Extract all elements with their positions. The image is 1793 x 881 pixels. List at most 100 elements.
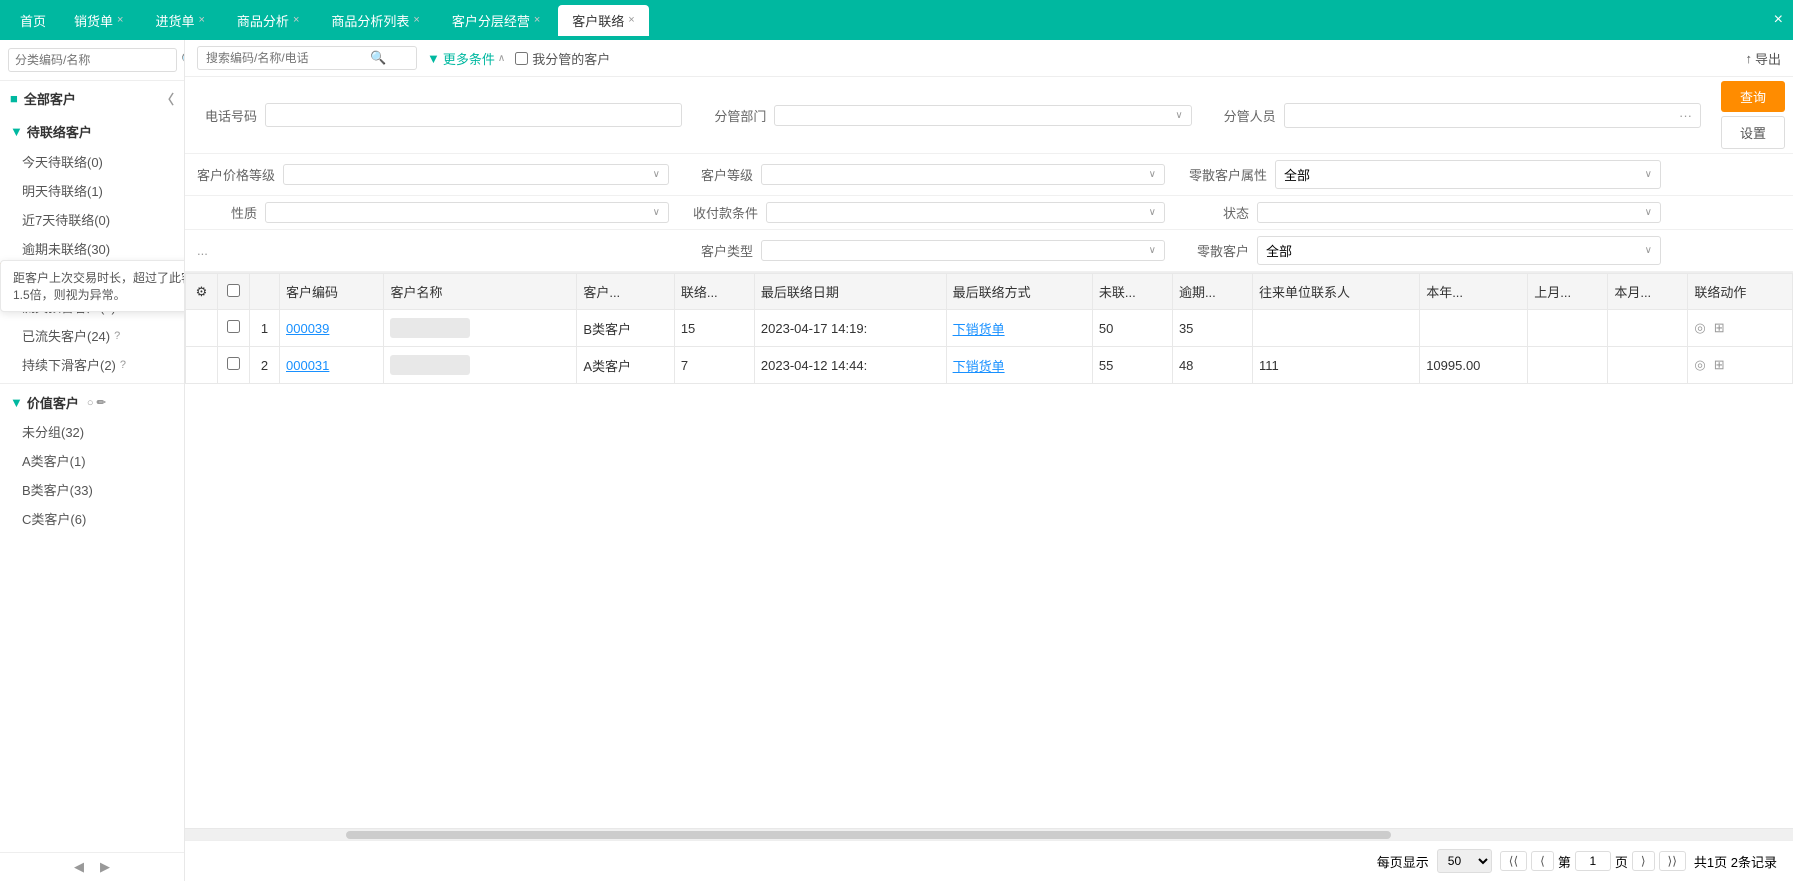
phone-input[interactable] <box>265 103 682 127</box>
col-last-month[interactable]: 上月... <box>1528 274 1608 310</box>
customer-grade-select[interactable]: ∨ <box>761 164 1165 185</box>
row1-code[interactable]: 000039 <box>280 310 384 347</box>
value-group[interactable]: ▼ 价值客户 ○ ✏ <box>0 388 184 417</box>
row2-checkbox-cell[interactable] <box>218 347 250 384</box>
sidebar-item-today[interactable]: 今天待联络(0) <box>0 147 184 176</box>
nav-tab-customer-segment[interactable]: 客户分层经营 × <box>438 5 554 36</box>
col-class[interactable]: 客户... <box>577 274 675 310</box>
row1-action-icon1[interactable]: ◎ <box>1694 320 1705 336</box>
row1-last-method[interactable]: 下销货单 <box>946 310 1092 347</box>
manager-label: 分管人员 <box>1216 106 1276 125</box>
nav-tab-home[interactable]: 首页 <box>10 5 56 36</box>
status-select[interactable]: ∨ <box>1257 202 1661 223</box>
close-analysis-tab[interactable]: × <box>293 14 299 26</box>
col-last-date[interactable]: 最后联络日期 <box>754 274 946 310</box>
sidebar-item-ungroup[interactable]: 未分组(32) <box>0 417 184 446</box>
first-page-button[interactable]: ⟨⟨ <box>1500 851 1527 871</box>
per-page-select[interactable]: 50 100 200 <box>1437 849 1492 873</box>
close-purchase-tab[interactable]: × <box>198 14 204 26</box>
last-page-button[interactable]: ⟩⟩ <box>1659 851 1686 871</box>
row4-dots[interactable]: ... <box>197 243 208 258</box>
col-name[interactable]: 客户名称 <box>384 274 577 310</box>
next-page-button[interactable]: ⟩ <box>1632 851 1655 871</box>
sparse-customer-select[interactable]: 全部 ∨ <box>1257 236 1661 265</box>
sidebar-left-arrow[interactable]: ◀ <box>68 857 90 877</box>
row2-action-icon1[interactable]: ◎ <box>1694 357 1705 373</box>
sidebar-item-class-b[interactable]: B类客户(33) <box>0 475 184 504</box>
close-sales-tab[interactable]: × <box>117 14 123 26</box>
row2-unreached: 55 <box>1092 347 1172 384</box>
col-settings[interactable]: ⚙ <box>186 274 218 310</box>
close-contact-tab[interactable]: × <box>628 14 634 26</box>
col-index <box>250 274 280 310</box>
sidebar-item-class-c[interactable]: C类客户(6) <box>0 504 184 533</box>
col-contacts[interactable]: 往来单位联系人 <box>1253 274 1420 310</box>
window-close-button[interactable]: × <box>1774 11 1783 29</box>
sidebar-item-7days[interactable]: 近7天待联络(0) <box>0 205 184 234</box>
scrollbar-thumb[interactable] <box>346 831 1391 839</box>
sidebar-search-input[interactable] <box>8 48 177 72</box>
close-analysis-list-tab[interactable]: × <box>413 14 419 26</box>
horizontal-scrollbar[interactable] <box>185 828 1793 840</box>
row1-name[interactable] <box>384 310 577 347</box>
export-button[interactable]: ↑ 导出 <box>1745 49 1781 68</box>
col-contact-count[interactable]: 联络... <box>674 274 754 310</box>
sidebar: 🔍 ■ 全部客户 〈 ▼ 待联络客户 今天待联络(0) 明天待联络(1) 近7天… <box>0 40 185 881</box>
row2-last-method[interactable]: 下销货单 <box>946 347 1092 384</box>
prev-page-button[interactable]: ⟨ <box>1531 851 1554 871</box>
pending-group[interactable]: ▼ 待联络客户 <box>0 116 184 147</box>
col-checkbox[interactable] <box>218 274 250 310</box>
sidebar-search-icon[interactable]: 🔍 <box>181 52 185 68</box>
query-button[interactable]: 查询 <box>1721 81 1785 112</box>
col-this-month[interactable]: 本月... <box>1608 274 1688 310</box>
nav-tab-customer-contact[interactable]: 客户联络 × <box>558 5 648 36</box>
payment-select[interactable]: ∨ <box>766 202 1165 223</box>
row1-checkbox-cell[interactable] <box>218 310 250 347</box>
row2-action-icon2[interactable]: ⊞ <box>1714 357 1725 373</box>
dept-select[interactable]: ∨ <box>774 105 1191 126</box>
row2-name[interactable] <box>384 347 577 384</box>
my-customer-checkbox[interactable] <box>515 52 528 65</box>
col-this-year[interactable]: 本年... <box>1420 274 1528 310</box>
sidebar-collapse-icon[interactable]: 〈 <box>161 89 174 108</box>
lost-info-icon[interactable]: ? <box>114 330 120 342</box>
col-overdue[interactable]: 逾期... <box>1172 274 1252 310</box>
sidebar-item-class-a[interactable]: A类客户(1) <box>0 446 184 475</box>
my-customer-checkbox-area[interactable]: 我分管的客户 <box>515 49 610 68</box>
manager-dots[interactable]: ··· <box>1679 108 1692 123</box>
row2-class: A类客户 <box>577 347 675 384</box>
row1-checkbox[interactable] <box>227 320 240 333</box>
setting-button[interactable]: 设置 <box>1721 116 1785 149</box>
nav-tab-analysis-list[interactable]: 商品分析列表 × <box>317 5 433 36</box>
nav-tab-purchase[interactable]: 进货单 × <box>141 5 218 36</box>
manager-select[interactable]: ··· <box>1284 103 1701 128</box>
row2-checkbox[interactable] <box>227 357 240 370</box>
row2-code[interactable]: 000031 <box>280 347 384 384</box>
select-all-checkbox[interactable] <box>227 284 240 297</box>
row1-last-date: 2023-04-17 14:19: <box>754 310 946 347</box>
declining-info-icon[interactable]: ? <box>120 359 126 371</box>
nav-tab-analysis[interactable]: 商品分析 × <box>223 5 313 36</box>
main-search-icon[interactable]: 🔍 <box>370 50 386 66</box>
sidebar-right-arrow[interactable]: ▶ <box>94 857 116 877</box>
more-conditions-button[interactable]: ▼ 更多条件 ∧ <box>427 49 505 68</box>
customer-type-select[interactable]: ∨ <box>761 240 1165 261</box>
sidebar-item-declining[interactable]: 持续下滑客户(2) ? <box>0 350 184 379</box>
price-grade-label: 客户价格等级 <box>197 165 275 184</box>
col-unreached[interactable]: 未联... <box>1092 274 1172 310</box>
main-search-input[interactable] <box>206 51 366 65</box>
nature-select[interactable]: ∨ <box>265 202 669 223</box>
sidebar-item-overdue[interactable]: 逾期未联络(30) <box>0 234 184 263</box>
filter-bar: 🔍 ▼ 更多条件 ∧ 我分管的客户 ↑ 导出 <box>185 40 1793 77</box>
sparse-attr-select[interactable]: 全部 ∨ <box>1275 160 1661 189</box>
sidebar-item-lost-customers[interactable]: 已流失客户(24) ? <box>0 321 184 350</box>
page-number-input[interactable] <box>1575 851 1611 871</box>
close-segment-tab[interactable]: × <box>534 14 540 26</box>
col-last-method[interactable]: 最后联络方式 <box>946 274 1092 310</box>
sidebar-item-tomorrow[interactable]: 明天待联络(1) <box>0 176 184 205</box>
nav-tab-sales[interactable]: 销货单 × <box>60 5 137 36</box>
price-grade-select[interactable]: ∨ <box>283 164 669 185</box>
value-group-edit-icon[interactable]: ○ ✏ <box>87 396 106 409</box>
row1-action-icon2[interactable]: ⊞ <box>1714 320 1725 336</box>
col-code[interactable]: 客户编码 <box>280 274 384 310</box>
